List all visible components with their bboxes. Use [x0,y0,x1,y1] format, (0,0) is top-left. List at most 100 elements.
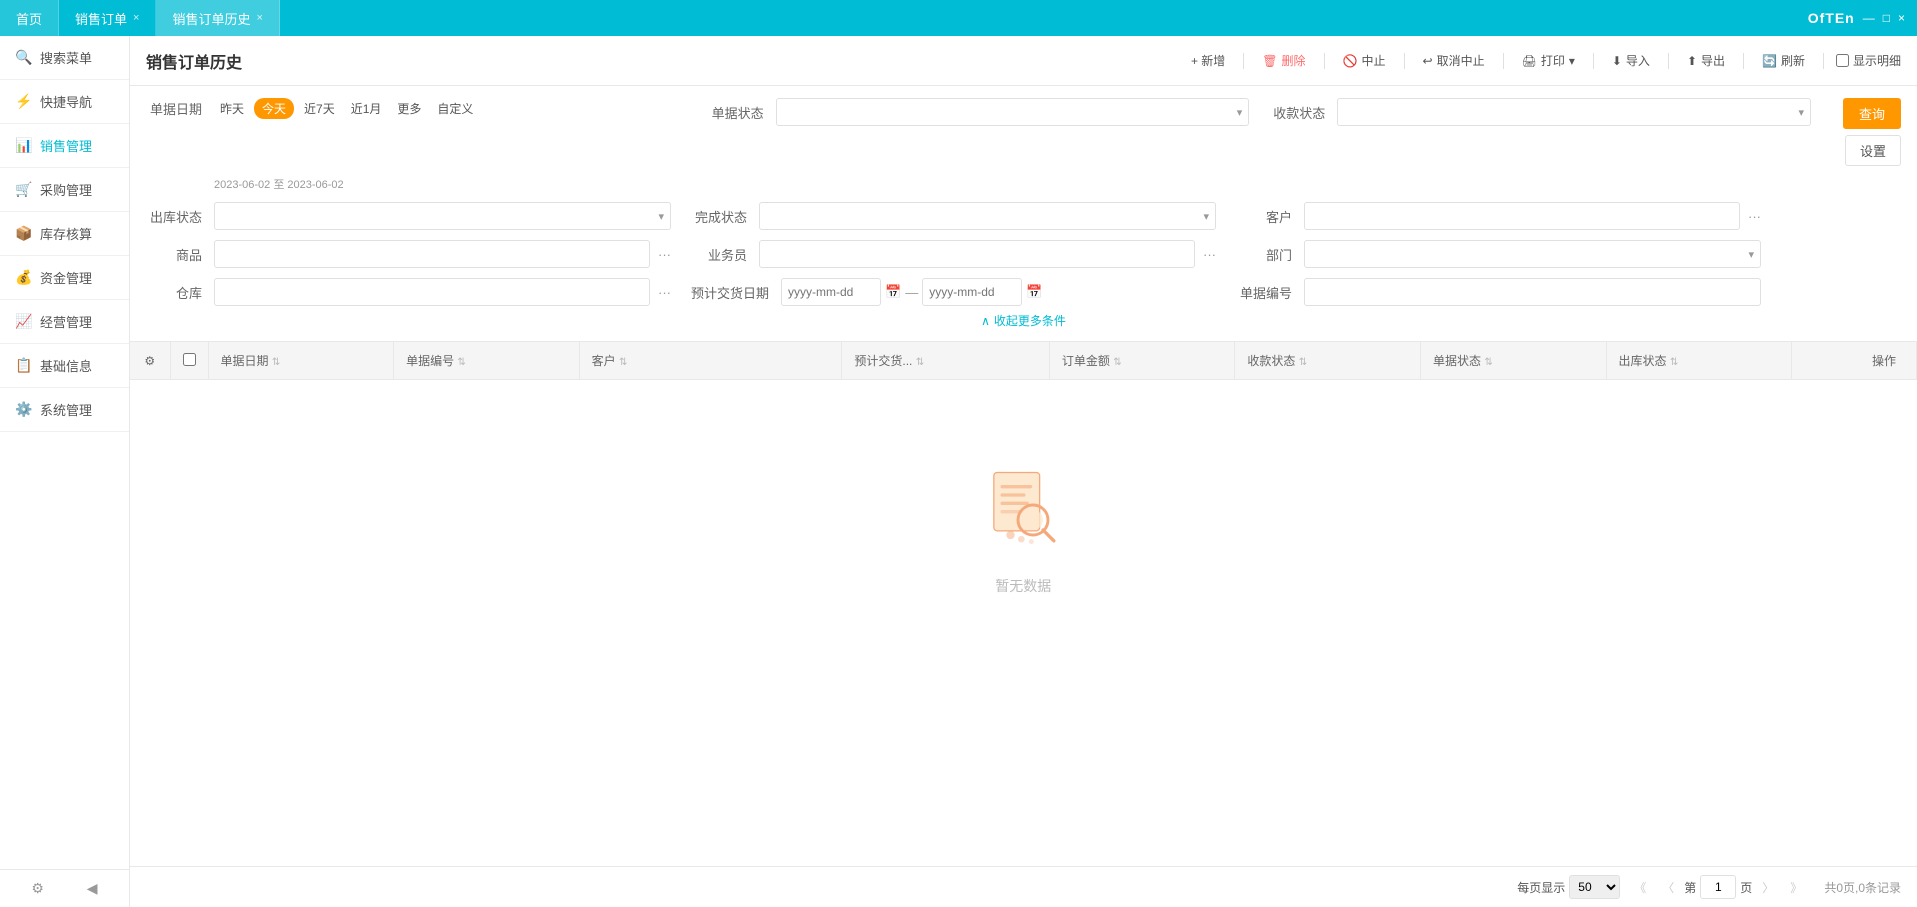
main-layout: 🔍 搜索菜单 ⚡ 快捷导航 📊 销售管理 🛒 采购管理 📦 库存核算 💰 资金管… [0,36,1917,907]
window-minimize[interactable]: — [1863,11,1875,25]
warehouse-input[interactable] [214,278,650,306]
sidebar-item-sales-mgmt[interactable]: 📊 销售管理 [0,124,129,168]
delivery-status-select[interactable]: ▾ [214,202,671,230]
sidebar-item-system-mgmt[interactable]: ⚙️ 系统管理 [0,388,129,432]
bill-number-input[interactable] [1304,278,1761,306]
th-customer[interactable]: 客户 ⇅ [579,342,842,380]
tab-sales-order-history-close[interactable]: × [256,12,262,24]
sidebar-item-inventory[interactable]: 📦 库存核算 [0,212,129,256]
sidebar-bottom: ⚙ ◀ [0,869,129,907]
department-label: 部门 [1236,245,1292,264]
th-date[interactable]: 单据日期 ⇅ [208,342,394,380]
sidebar-item-operations[interactable]: 📈 经营管理 [0,300,129,344]
prev-page-btn[interactable]: 〈 [1656,875,1680,899]
warehouse-dots[interactable]: ··· [658,285,671,300]
sidebar-item-purchase-mgmt-label: 采购管理 [40,180,92,199]
toolbar-delete-btn[interactable]: 🗑 删除 [1256,48,1311,73]
toolbar-stop-btn[interactable]: 🚫 中止 [1337,48,1392,73]
sidebar-settings-icon[interactable]: ⚙ [31,880,44,897]
import-label: 导入 [1626,52,1650,69]
department-select[interactable]: ▾ [1304,240,1761,268]
salesperson-input[interactable] [759,240,1195,268]
delivery-date-end-icon[interactable]: 📅 [1026,284,1042,300]
th-number[interactable]: 单据编号 ⇅ [394,342,580,380]
pagination: 《 〈 第 页 〉 》 [1628,875,1808,899]
delete-icon: 🗑 [1262,54,1277,68]
next-page-btn[interactable]: 〉 [1756,875,1780,899]
toolbar-new-btn[interactable]: + 新增 [1185,48,1231,73]
tab-home[interactable]: 首页 [0,0,59,36]
th-bill-status[interactable]: 单据状态 ⇅ [1420,342,1606,380]
last-page-btn[interactable]: 》 [1784,875,1808,899]
payment-status-select[interactable]: ▾ [1337,98,1811,126]
collapse-btn[interactable]: ∧ 收起更多条件 [146,312,1901,329]
query-button[interactable]: 查询 [1843,98,1901,129]
brand-label: OfTEn [1808,10,1855,26]
toolbar-cancel-stop-btn[interactable]: ↩ 取消中止 [1417,48,1491,73]
salesperson-dots[interactable]: ··· [1203,247,1216,262]
sidebar-item-search-menu[interactable]: 🔍 搜索菜单 [0,36,129,80]
product-input[interactable] [214,240,650,268]
page-header: 销售订单历史 + 新增 🗑 删除 🚫 中止 ↩ 取消中止 [130,36,1917,86]
date-btn-1month[interactable]: 近1月 [345,98,388,119]
delivery-date-start-icon[interactable]: 📅 [885,284,901,300]
display-detail-checkbox[interactable] [1836,54,1849,67]
display-detail-toggle[interactable]: 显示明细 [1836,52,1901,69]
customer-sort-icon: ⇅ [619,357,627,368]
tab-sales-order[interactable]: 销售订单 × [59,0,156,36]
th-settings[interactable]: ⚙ [130,342,170,380]
print-icon: 🖨 [1522,54,1537,68]
select-all-checkbox[interactable] [183,353,196,366]
collapse-label: 收起更多条件 [994,312,1066,329]
bill-status-select[interactable]: ▾ [776,98,1250,126]
window-close[interactable]: × [1898,11,1905,25]
th-payment-status[interactable]: 收款状态 ⇅ [1235,342,1421,380]
purchase-mgmt-icon: 🛒 [16,182,32,198]
table-settings-icon[interactable]: ⚙ [144,354,155,368]
tab-sales-order-history[interactable]: 销售订单历史 × [156,0,279,36]
sidebar-item-finance[interactable]: 💰 资金管理 [0,256,129,300]
th-actions-label: 操作 [1872,354,1896,368]
date-btn-yesterday[interactable]: 昨天 [214,98,250,119]
complete-status-label: 完成状态 [691,207,747,226]
page-number-input[interactable] [1700,875,1736,899]
sidebar-item-quick-nav[interactable]: ⚡ 快捷导航 [0,80,129,124]
order-amount-sort-icon: ⇅ [1113,357,1121,368]
complete-status-select[interactable]: ▾ [759,202,1216,230]
date-btn-more[interactable]: 更多 [391,98,427,119]
th-expected-delivery[interactable]: 预计交货... ⇅ [842,342,1049,380]
window-maximize[interactable]: □ [1883,11,1890,25]
sidebar-item-basic-info[interactable]: 📋 基础信息 [0,344,129,388]
toolbar-export-btn[interactable]: ⬆ 导出 [1681,48,1731,73]
customer-input[interactable] [1304,202,1740,230]
th-payment-status-label: 收款状态 [1247,354,1295,368]
toolbar-print-btn[interactable]: 🖨 打印 ▾ [1516,48,1581,73]
total-info: 共0页,0条记录 [1824,879,1901,896]
customer-dots[interactable]: ··· [1748,209,1761,224]
delivery-date-start[interactable] [781,278,881,306]
tab-sales-order-close[interactable]: × [133,12,139,24]
print-arrow-icon: ▾ [1569,54,1575,68]
date-btn-custom[interactable]: 自定义 [431,98,479,119]
sidebar-collapse-icon[interactable]: ◀ [87,880,98,897]
th-delivery-status[interactable]: 出库状态 ⇅ [1606,342,1792,380]
settings-button[interactable]: 设置 [1845,135,1901,166]
sidebar-item-purchase-mgmt[interactable]: 🛒 采购管理 [0,168,129,212]
first-page-btn[interactable]: 《 [1628,875,1652,899]
toolbar-sep7 [1743,53,1744,69]
date-btn-7days[interactable]: 近7天 [298,98,341,119]
tab-sales-order-history-label: 销售订单历史 [172,9,250,28]
cancel-stop-icon: ↩ [1423,54,1433,68]
date-label: 单据日期 [146,99,202,118]
toolbar-refresh-btn[interactable]: 🔄 刷新 [1756,48,1811,73]
th-checkbox[interactable] [170,342,208,380]
page-size-dropdown[interactable]: 50 10 20 100 [1569,875,1620,899]
toolbar-import-btn[interactable]: ⬇ 导入 [1606,48,1656,73]
toolbar-sep6 [1668,53,1669,69]
product-dots[interactable]: ··· [658,247,671,262]
th-order-amount[interactable]: 订单金额 ⇅ [1049,342,1235,380]
toolbar-sep2 [1324,53,1325,69]
date-btn-today[interactable]: 今天 [254,98,294,119]
inventory-icon: 📦 [16,226,32,242]
delivery-date-end[interactable] [922,278,1022,306]
